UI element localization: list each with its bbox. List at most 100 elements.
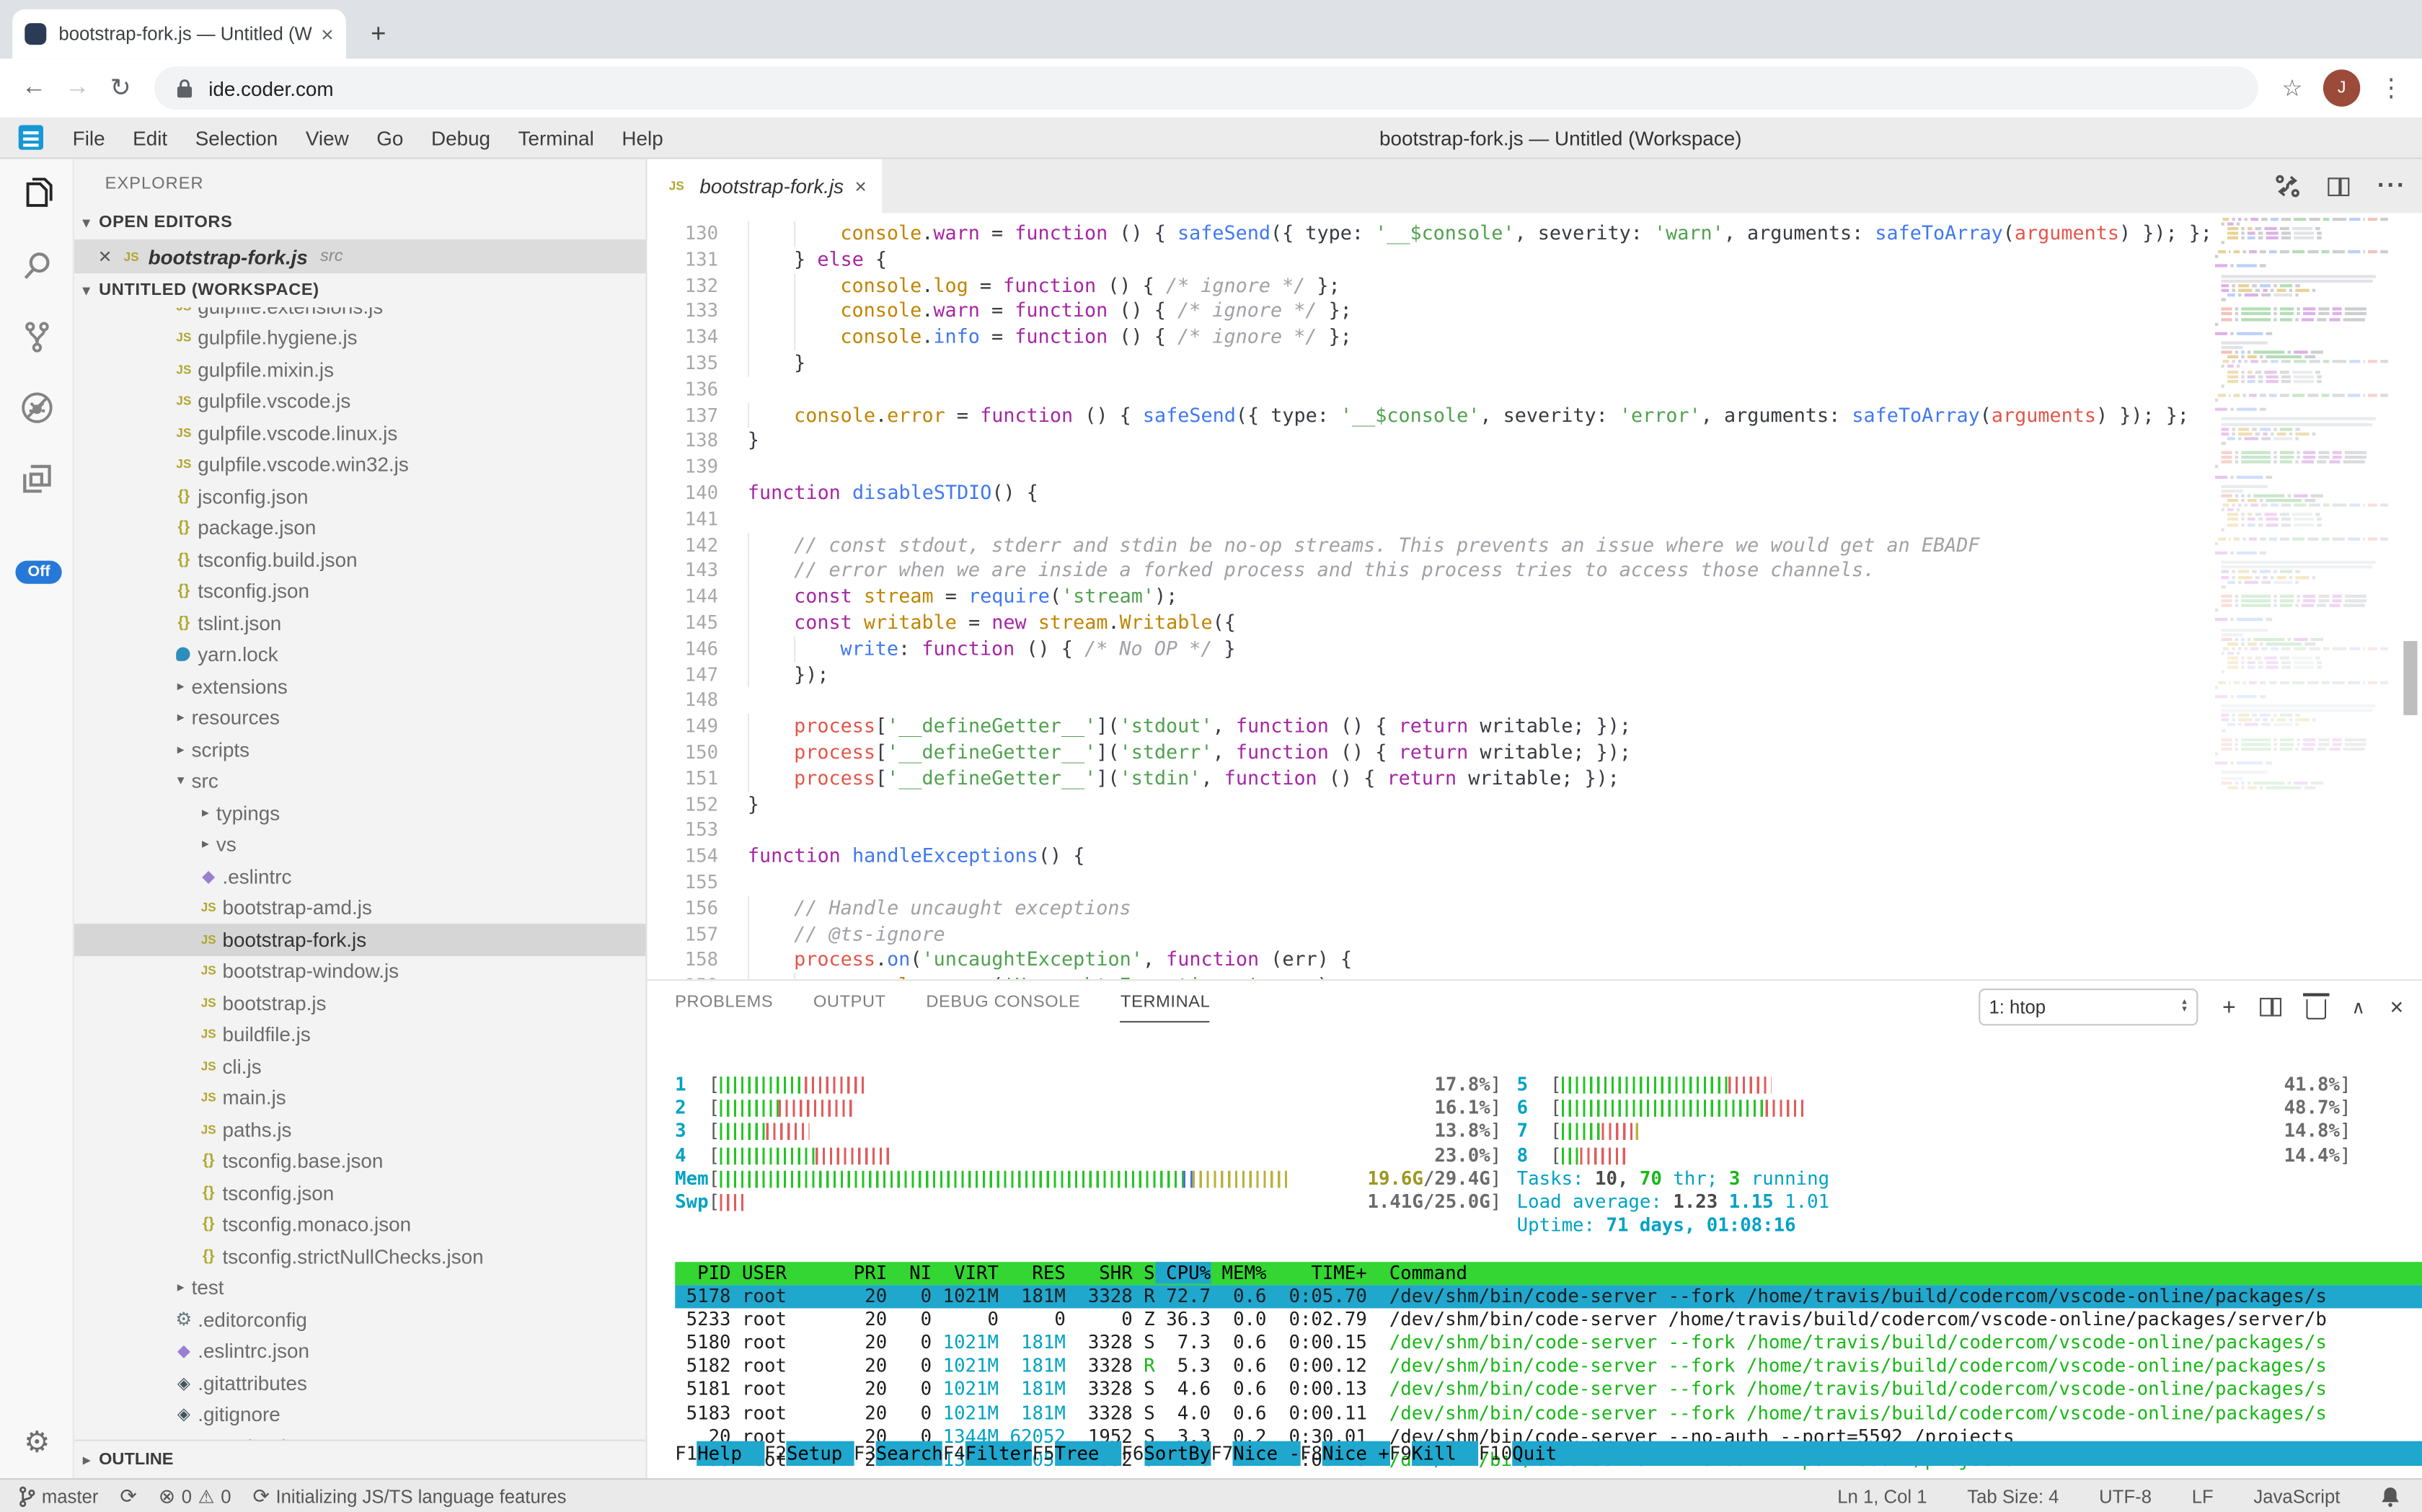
kill-terminal-icon[interactable] — [2307, 999, 2327, 1020]
file-row[interactable]: ▸test — [74, 1272, 646, 1304]
panel-tab-problems[interactable]: PROBLEMS — [675, 993, 773, 1022]
problems-item[interactable]: ⊗ 0 ⚠ 0 — [159, 1484, 231, 1508]
file-row[interactable]: JSbootstrap-fork.js — [74, 924, 646, 955]
browser-menu-icon[interactable]: ⋮ — [2369, 73, 2413, 104]
file-row[interactable]: JSbuildfile.js — [74, 1019, 646, 1051]
app-logo-icon[interactable] — [19, 125, 43, 150]
menu-debug[interactable]: Debug — [417, 126, 505, 149]
editor-scrollbar[interactable] — [2403, 641, 2417, 715]
file-row[interactable]: {}jsconfig.json — [74, 480, 646, 512]
file-row[interactable]: JSgulpfile.vscode.linux.js — [74, 417, 646, 448]
open-editor-item[interactable]: ✕ JS bootstrap-fork.js src — [74, 239, 646, 273]
status-item[interactable]: LF — [2192, 1485, 2214, 1507]
bell-icon[interactable] — [2380, 1485, 2400, 1507]
file-row[interactable]: ◈.gitattributes — [74, 1367, 646, 1399]
collaboration-off-badge[interactable]: Off — [15, 561, 62, 584]
search-icon[interactable] — [0, 230, 74, 301]
status-item[interactable]: Ln 1, Col 1 — [1837, 1485, 1927, 1507]
file-row[interactable]: ▾src — [74, 765, 646, 797]
process-row[interactable]: 5181 root 20 0 1021M 181M 3328 S 4.6 0.6… — [675, 1379, 2422, 1402]
more-actions-icon[interactable]: ··· — [2377, 172, 2407, 200]
menu-go[interactable]: Go — [363, 126, 417, 149]
workspace-header[interactable]: ▾ UNTITLED (WORKSPACE) — [74, 273, 646, 307]
menu-selection[interactable]: Selection — [181, 126, 291, 149]
file-row[interactable]: JSgulpfile.mixin.js — [74, 354, 646, 386]
file-row[interactable]: ◆.eslintrc.json — [74, 1335, 646, 1367]
file-row[interactable]: yarn.lock — [74, 639, 646, 671]
menu-terminal[interactable]: Terminal — [504, 126, 608, 149]
tab-close-icon[interactable]: × — [321, 22, 334, 46]
source-control-icon[interactable] — [0, 301, 74, 373]
back-icon[interactable]: ← — [12, 74, 56, 102]
panel-tab-output[interactable]: OUTPUT — [813, 993, 886, 1022]
file-row[interactable]: {}tsconfig.monaco.json — [74, 1208, 646, 1240]
fkey-f2[interactable]: F2Setup — [764, 1441, 854, 1466]
sync-icon[interactable]: ⟳ — [120, 1484, 136, 1508]
file-row[interactable]: ▸resources — [74, 702, 646, 734]
file-row[interactable]: {}tsconfig.base.json — [74, 1145, 646, 1177]
fkey-f7[interactable]: F7Nice - — [1211, 1441, 1300, 1466]
explorer-icon[interactable] — [0, 159, 74, 231]
fkey-f9[interactable]: F9Kill — [1389, 1441, 1479, 1466]
close-editor-icon[interactable]: ✕ — [93, 247, 118, 267]
split-editor-icon[interactable] — [2328, 177, 2349, 195]
file-row[interactable]: {}tsconfig.json — [74, 575, 646, 607]
file-row[interactable]: JScli.js — [74, 1051, 646, 1082]
forward-icon[interactable]: → — [56, 74, 99, 102]
process-row[interactable]: 5183 root 20 0 1021M 181M 3328 S 4.0 0.6… — [675, 1402, 2422, 1425]
file-row[interactable]: JSgulpfile.hygiene.js — [74, 322, 646, 354]
bookmark-star-icon[interactable]: ☆ — [2271, 74, 2314, 102]
status-item[interactable]: Tab Size: 4 — [1967, 1485, 2059, 1507]
process-row[interactable]: 5182 root 20 0 1021M 181M 3328 R 5.3 0.6… — [675, 1355, 2422, 1379]
process-row[interactable]: 5178 root 20 0 1021M 181M 3328 R 72.7 0.… — [675, 1285, 2422, 1309]
close-panel-icon[interactable]: × — [2390, 994, 2404, 1020]
menu-edit[interactable]: Edit — [119, 126, 182, 149]
open-editors-header[interactable]: ▾ OPEN EDITORS — [74, 205, 646, 239]
browser-tab[interactable]: bootstrap-fork.js — Untitled (W × — [12, 9, 346, 59]
fkey-f10[interactable]: F10Quit — [1479, 1441, 2422, 1466]
terminal[interactable]: 1 [17.8%]2 [16.1%]3 [13.8%]4 [23.0%]Mem[… — [675, 1033, 2422, 1477]
panel-tab-debug-console[interactable]: DEBUG CONSOLE — [926, 993, 1080, 1022]
fkey-f5[interactable]: F5Tree — [1033, 1441, 1122, 1466]
status-item[interactable]: JavaScript — [2253, 1485, 2340, 1507]
file-row[interactable]: ▸scripts — [74, 734, 646, 766]
url-bar[interactable]: ide.coder.com — [154, 66, 2258, 110]
file-row[interactable]: JSbootstrap-window.js — [74, 955, 646, 987]
file-row[interactable]: {}tsconfig.strictNullChecks.json — [74, 1240, 646, 1272]
file-row[interactable]: {}package.json — [74, 512, 646, 544]
language-status-item[interactable]: ⟳ Initializing JS/TS language features — [253, 1484, 567, 1508]
avatar[interactable]: J — [2323, 69, 2360, 106]
process-row[interactable]: 5180 root 20 0 1021M 181M 3328 S 7.3 0.6… — [675, 1332, 2422, 1356]
terminal-select[interactable]: 1: htop ▴▾ — [1978, 989, 2197, 1025]
file-row[interactable]: ▸extensions — [74, 671, 646, 702]
editor-tab-close-icon[interactable]: × — [855, 174, 867, 198]
debug-disabled-icon[interactable] — [0, 372, 74, 443]
settings-gear-icon[interactable]: ⚙ — [0, 1425, 74, 1461]
file-row[interactable]: JSbootstrap.js — [74, 987, 646, 1019]
minimap[interactable] — [2212, 216, 2391, 790]
file-row[interactable]: ◈.gitignore — [74, 1399, 646, 1431]
menu-file[interactable]: File — [58, 126, 118, 149]
maximize-panel-icon[interactable]: ∧ — [2351, 996, 2365, 1018]
fkey-f8[interactable]: F8Nice + — [1300, 1441, 1389, 1466]
file-row[interactable]: ▸vs — [74, 828, 646, 860]
file-row[interactable]: {}tsconfig.build.json — [74, 544, 646, 575]
file-row[interactable]: JSbootstrap-amd.js — [74, 892, 646, 924]
fkey-f3[interactable]: F3Search — [854, 1441, 943, 1466]
menu-help[interactable]: Help — [608, 126, 677, 149]
file-row[interactable]: ◆.eslintrc — [74, 860, 646, 892]
file-row[interactable]: JSgulpfile.vscode.win32.js — [74, 448, 646, 480]
fkey-f1[interactable]: F1Help — [675, 1441, 764, 1466]
new-terminal-icon[interactable]: + — [2222, 994, 2236, 1020]
process-row[interactable]: 5233 root 20 0 0 0 0 Z 36.3 0.0 0:02.79 … — [675, 1308, 2422, 1332]
extensions-icon[interactable] — [0, 443, 74, 515]
file-row[interactable]: {}tslint.json — [74, 607, 646, 639]
editor-tab[interactable]: JS bootstrap-fork.js × — [648, 159, 883, 213]
file-row[interactable]: JSgulpfile.vscode.js — [74, 385, 646, 417]
fkey-f6[interactable]: F6SortBy — [1121, 1441, 1211, 1466]
file-row[interactable]: ⚙.editorconfig — [74, 1304, 646, 1335]
file-row[interactable]: JSgulpfile.extensions.js — [74, 307, 646, 322]
menu-view[interactable]: View — [292, 126, 363, 149]
file-row[interactable]: JSpaths.js — [74, 1114, 646, 1146]
panel-tab-terminal[interactable]: TERMINAL — [1121, 993, 1210, 1022]
